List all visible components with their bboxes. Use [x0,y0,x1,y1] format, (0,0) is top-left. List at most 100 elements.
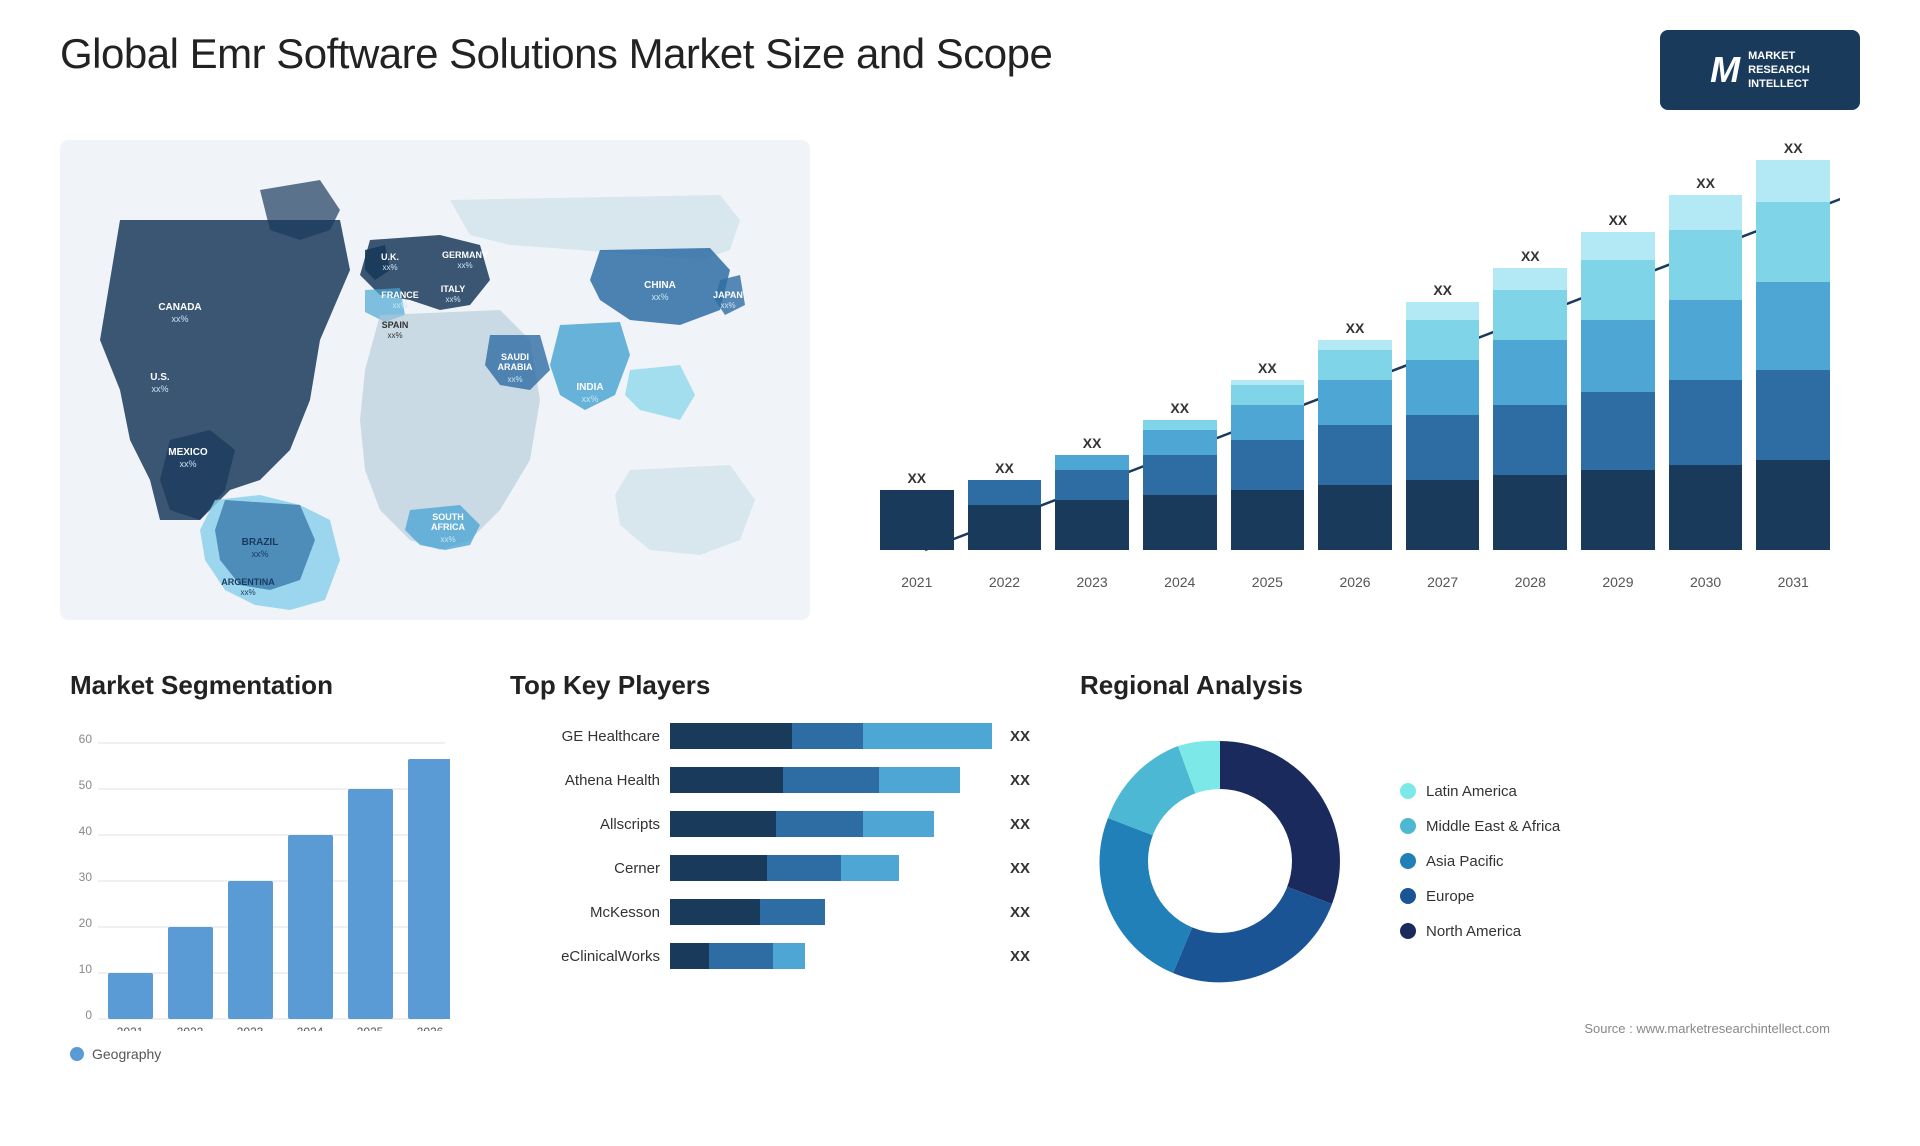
svg-text:xx%: xx% [240,588,255,597]
bar-segment [1669,380,1743,465]
legend-color-na [1400,923,1416,939]
bar-segment [1756,282,1830,370]
x-label-2024: 2024 [1143,574,1217,590]
svg-text:ARGENTINA: ARGENTINA [221,577,275,587]
bar-segment [1055,500,1129,550]
bar-segment [1318,485,1392,550]
bar-stack [1231,380,1305,550]
bar-segment [1143,430,1217,455]
x-label-2025: 2025 [1231,574,1305,590]
player-bar-segment [670,767,783,793]
bar-top-label: XX [1346,320,1365,336]
bar-segment [1493,268,1567,290]
legend-item-mea: Middle East & Africa [1400,818,1560,835]
svg-text:CANADA: CANADA [158,302,201,313]
bar-top-label: XX [1521,248,1540,264]
player-bar-wrap-5 [670,941,992,971]
bar-segment [1493,340,1567,405]
player-bar-segment [670,723,792,749]
svg-text:AFRICA: AFRICA [431,522,465,532]
player-name-0: GE Healthcare [510,728,660,745]
svg-text:xx%: xx% [251,549,268,559]
bar-segment [968,480,1042,505]
player-bar-segment [783,767,880,793]
player-bar-segment [879,767,959,793]
seg-legend-label: Geography [92,1046,161,1062]
bar-segment [1493,405,1567,475]
regional-legend: Latin America Middle East & Africa Asia … [1400,783,1560,940]
donut-chart [1080,721,1360,1001]
player-bar-inner-5 [670,943,992,969]
player-name-2: Allscripts [510,816,660,833]
legend-color-apac [1400,853,1416,869]
legend-label-na: North America [1426,923,1521,940]
legend-item-apac: Asia Pacific [1400,853,1560,870]
player-name-4: McKesson [510,904,660,921]
svg-text:2022: 2022 [177,1025,204,1031]
legend-label-europe: Europe [1426,888,1474,905]
bar-segment [1756,160,1830,202]
bar-top-label: XX [1433,282,1452,298]
player-value-5: XX [1010,948,1030,965]
bar-segment [968,505,1042,550]
player-value-2: XX [1010,816,1030,833]
x-label-2022: 2022 [968,574,1042,590]
bar-group-2022: XX [968,460,1042,550]
svg-text:xx%: xx% [440,535,455,544]
svg-text:ARABIA: ARABIA [498,362,533,372]
bar-group-2024: XX [1143,400,1217,550]
svg-text:INDIA: INDIA [576,382,603,393]
bar-segment [1669,230,1743,300]
player-bar-segment [670,855,767,881]
player-bar-wrap-4 [670,897,992,927]
bar-segment [1756,370,1830,460]
source-text: Source : www.marketresearchintellect.com [1080,1021,1840,1036]
svg-text:xx%: xx% [445,295,460,304]
player-bar-inner-4 [670,899,992,925]
bar-segment [1318,380,1392,425]
bar-segment [1493,475,1567,550]
page-container: Global Emr Software Solutions Market Siz… [0,0,1920,1146]
bar-stack [1493,268,1567,550]
bar-group-2026: XX [1318,320,1392,550]
svg-text:FRANCE: FRANCE [381,290,419,300]
player-row-0: GE HealthcareXX [510,721,1030,751]
bar-group-2021: XX [880,470,954,550]
player-bar-segment [670,899,760,925]
legend-item-latin: Latin America [1400,783,1560,800]
bar-stack [1318,340,1392,550]
bar-segment [1581,470,1655,550]
bar-segment [1231,490,1305,550]
header: Global Emr Software Solutions Market Siz… [60,30,1860,110]
bar-segment [1756,460,1830,550]
svg-text:xx%: xx% [151,384,168,394]
player-bar-segment [670,943,709,969]
regional-analysis-section: Regional Analysis [1060,660,1860,1100]
bar-segment [1406,302,1480,320]
bar-top-label: XX [907,470,926,486]
svg-text:30: 30 [79,870,93,884]
bar-stack [1143,420,1217,550]
bar-top-label: XX [1784,140,1803,156]
svg-text:SPAIN: SPAIN [382,320,409,330]
svg-text:U.S.: U.S. [150,372,170,383]
legend-color-europe [1400,888,1416,904]
bottom-section: Market Segmentation 0 10 20 30 40 50 60 [60,660,1860,1100]
bar-segment [1493,290,1567,340]
donut-svg [1080,721,1360,1001]
svg-text:xx%: xx% [387,331,402,340]
x-label-2021: 2021 [880,574,954,590]
bar-stack [1406,302,1480,550]
legend-label-apac: Asia Pacific [1426,853,1504,870]
player-row-1: Athena HealthXX [510,765,1030,795]
legend-label-mea: Middle East & Africa [1426,818,1560,835]
bars-area: XXXXXXXXXXXXXXXXXXXXXX [870,180,1840,550]
x-axis: 2021202220232024202520262027202820292030… [870,574,1840,590]
key-players-title: Top Key Players [510,670,1030,701]
x-label-2028: 2028 [1493,574,1567,590]
svg-text:SOUTH: SOUTH [432,512,464,522]
svg-text:60: 60 [79,732,93,746]
player-bar-segment [670,811,776,837]
market-segmentation: Market Segmentation 0 10 20 30 40 50 60 [60,660,480,1100]
players-list: GE HealthcareXXAthena HealthXXAllscripts… [510,721,1030,971]
